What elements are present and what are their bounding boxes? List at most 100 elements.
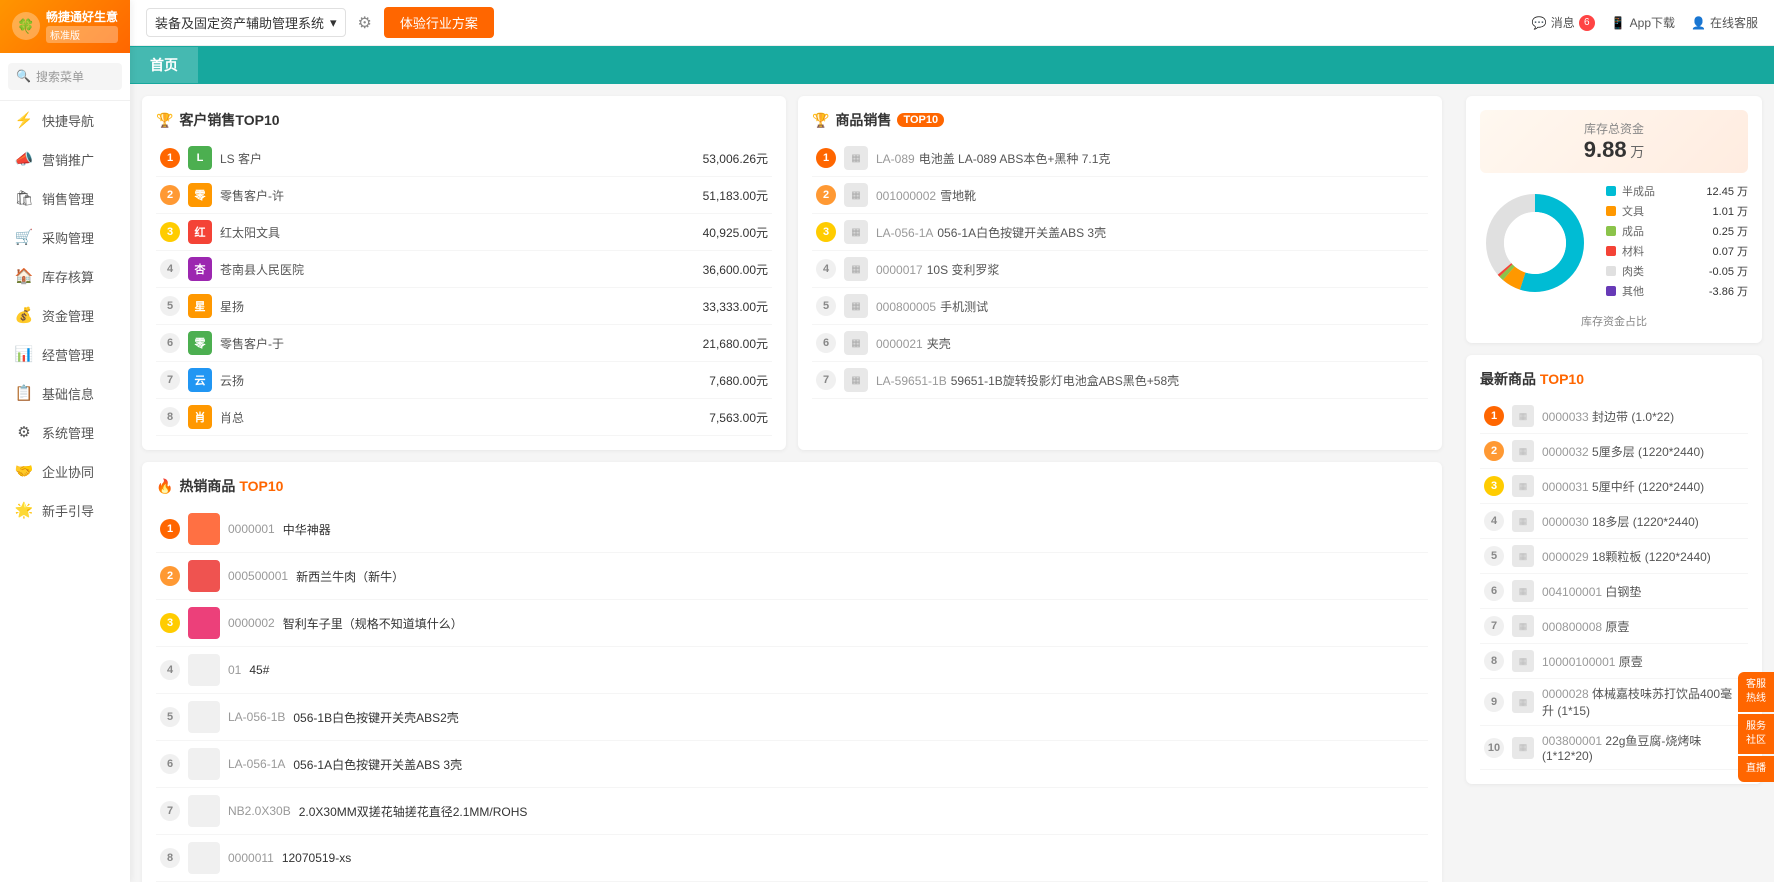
finance-icon: 💰 (14, 306, 34, 324)
rank-item: 4 ▦ 000001710S 变利罗浆 (812, 251, 1428, 288)
rank-number: 2 (1484, 441, 1504, 461)
search-menu-button[interactable]: 🔍 搜索菜单 (8, 63, 122, 90)
new-product-item: 9 ▦ 0000028 体械嘉枝味苏打饮品400毫升 (1*15) (1480, 679, 1748, 726)
rank-item: 3 ▦ LA-056-1A056-1A白色按键开关盖ABS 3壳 (812, 214, 1428, 251)
sidebar-item-sales[interactable]: 🛍 销售管理 (0, 179, 130, 218)
avatar: L (188, 146, 212, 170)
sidebar-item-guide[interactable]: 🌟 新手引导 (0, 491, 130, 530)
settings-icon[interactable]: ⚙ (358, 13, 372, 33)
header: 装备及固定资产辅助管理系统 ▾ ⚙ 体验行业方案 💬 消息 6 📱 App下载 … (130, 0, 1774, 46)
rank-number: 3 (816, 222, 836, 242)
rank-number: 3 (1484, 476, 1504, 496)
main-wrapper: 装备及固定资产辅助管理系统 ▾ ⚙ 体验行业方案 💬 消息 6 📱 App下载 … (130, 0, 1774, 882)
product-name: 新西兰牛肉（新牛） (296, 568, 404, 585)
rank-number: 4 (1484, 511, 1504, 531)
guide-icon: 🌟 (14, 501, 34, 519)
legend-item-finished: 成品 0.25 万 (1606, 223, 1748, 239)
product-code: NB2.0X30B (228, 804, 291, 818)
new-product-item: 8 ▦ 10000100001 原壹 (1480, 644, 1748, 679)
customer-hotline-button[interactable]: 客服热线 (1738, 672, 1774, 712)
service-community-button[interactable]: 服务社区 (1738, 714, 1774, 754)
customer-name: 星扬 (220, 298, 695, 315)
message-button[interactable]: 💬 消息 6 (1532, 14, 1595, 31)
product-thumb: ▦ (844, 146, 868, 170)
sales-icon: 🛍 (14, 189, 34, 207)
legend-value: 12.45 万 (1706, 183, 1748, 199)
product-info: 0000031 5厘中纤 (1220*2440) (1542, 478, 1744, 495)
sidebar: 🍀 畅捷通好生意 标准版 🔍 搜索菜单 ⚡ 快捷导航 📣 营销推广 🛍 销售管理… (0, 0, 130, 882)
sidebar-item-inventory[interactable]: 🏠 库存核算 (0, 257, 130, 296)
sidebar-item-label: 系统管理 (42, 423, 94, 442)
product-item: 2 000500001 新西兰牛肉（新牛） (156, 553, 1428, 600)
sidebar-item-basic-info[interactable]: 📋 基础信息 (0, 374, 130, 413)
avatar: 红 (188, 220, 212, 244)
avatar: 云 (188, 368, 212, 392)
product-code: 0000011 (228, 851, 274, 865)
trial-button[interactable]: 体验行业方案 (384, 7, 494, 38)
inventory-total-label: 库存总资金 (1490, 120, 1738, 137)
rank-number: 10 (1484, 738, 1504, 758)
online-service-button[interactable]: 👤 在线客服 (1691, 14, 1758, 31)
legend-value: -0.05 万 (1709, 263, 1748, 279)
rank-item: 1 ▦ LA-089电池盖 LA-089 ABS本色+黑种 7.1克 (812, 140, 1428, 177)
system-selector[interactable]: 装备及固定资产辅助管理系统 ▾ (146, 8, 346, 37)
customer-name: 零售客户-于 (220, 335, 695, 352)
customer-rank-list: 1 L LS 客户 53,006.26元 2 零 零售客户-许 51,183.0… (156, 140, 772, 436)
product-sales-ranking-title: 🏆 商品销售 TOP10 (812, 110, 1428, 130)
legend-name: 成品 (1622, 223, 1707, 239)
product-info: 003800001 22g鱼豆腐-烧烤味 (1*12*20) (1542, 732, 1744, 763)
sidebar-item-purchase[interactable]: 🛒 采购管理 (0, 218, 130, 257)
product-image (188, 513, 220, 545)
sidebar-item-finance[interactable]: 💰 资金管理 (0, 296, 130, 335)
rank-item: 2 ▦ 001000002雪地靴 (812, 177, 1428, 214)
legend-item-material: 材料 0.07 万 (1606, 243, 1748, 259)
legend-value: -3.86 万 (1709, 283, 1748, 299)
sidebar-nav: ⚡ 快捷导航 📣 营销推广 🛍 销售管理 🛒 采购管理 🏠 库存核算 💰 资金管… (0, 101, 130, 882)
product-code: 01 (228, 663, 241, 677)
sidebar-item-system[interactable]: ⚙ 系统管理 (0, 413, 130, 452)
product-info: 0000029 18颗粒板 (1220*2440) (1542, 548, 1744, 565)
hot-products-title: 🔥 热销商品 TOP10 (156, 476, 1428, 496)
new-product-item: 6 ▦ 004100001 白钢垫 (1480, 574, 1748, 609)
product-sales-rank-list: 1 ▦ LA-089电池盖 LA-089 ABS本色+黑种 7.1克 2 ▦ 0… (812, 140, 1428, 399)
content-area: 🏆 客户销售TOP10 1 L LS 客户 53,006.26元 2 零 (130, 84, 1774, 882)
avatar: 零 (188, 331, 212, 355)
rank-number: 5 (816, 296, 836, 316)
customer-value: 33,333.00元 (703, 298, 768, 315)
donut-chart (1480, 188, 1590, 298)
app-download-button[interactable]: 📱 App下载 (1611, 14, 1675, 31)
customer-ranking-card: 🏆 客户销售TOP10 1 L LS 客户 53,006.26元 2 零 (142, 96, 786, 450)
rank-number: 6 (160, 754, 180, 774)
rank-item: 6 零 零售客户-于 21,680.00元 (156, 325, 772, 362)
product-info: LA-089电池盖 LA-089 ABS本色+黑种 7.1克 (876, 150, 1424, 167)
sidebar-item-collaboration[interactable]: 🤝 企业协同 (0, 452, 130, 491)
header-actions: 💬 消息 6 📱 App下载 👤 在线客服 (1532, 14, 1758, 31)
inventory-icon: 🏠 (14, 267, 34, 285)
avatar: 零 (188, 183, 212, 207)
tab-home[interactable]: 首页 (130, 47, 198, 83)
customer-value: 36,600.00元 (703, 261, 768, 278)
product-image (188, 607, 220, 639)
live-stream-button[interactable]: 直播 (1738, 756, 1774, 782)
sidebar-item-operations[interactable]: 📊 经营管理 (0, 335, 130, 374)
product-thumb: ▦ (844, 183, 868, 207)
rank-number: 1 (160, 519, 180, 539)
purchase-icon: 🛒 (14, 228, 34, 246)
sidebar-item-label: 新手引导 (42, 501, 94, 520)
float-service: 客服热线 服务社区 直播 (1738, 672, 1774, 782)
sidebar-item-quick-nav[interactable]: ⚡ 快捷导航 (0, 101, 130, 140)
inventory-unit: 万 (1630, 144, 1644, 160)
sidebar-item-marketing[interactable]: 📣 营销推广 (0, 140, 130, 179)
inventory-header: 库存总资金 9.88 万 (1480, 110, 1748, 173)
sidebar-logo[interactable]: 🍀 畅捷通好生意 标准版 (0, 0, 130, 53)
rank-number: 5 (160, 296, 180, 316)
new-products-label: 最新商品 TOP10 (1480, 369, 1584, 389)
operations-icon: 📊 (14, 345, 34, 363)
avatar: 星 (188, 294, 212, 318)
product-info: 0000032 5厘多层 (1220*2440) (1542, 443, 1744, 460)
customer-name: 零售客户-许 (220, 187, 695, 204)
customer-name: 云扬 (220, 372, 701, 389)
rank-item: 8 肖 肖总 7,563.00元 (156, 399, 772, 436)
quick-nav-icon: ⚡ (14, 111, 34, 129)
search-icon: 🔍 (16, 69, 31, 83)
